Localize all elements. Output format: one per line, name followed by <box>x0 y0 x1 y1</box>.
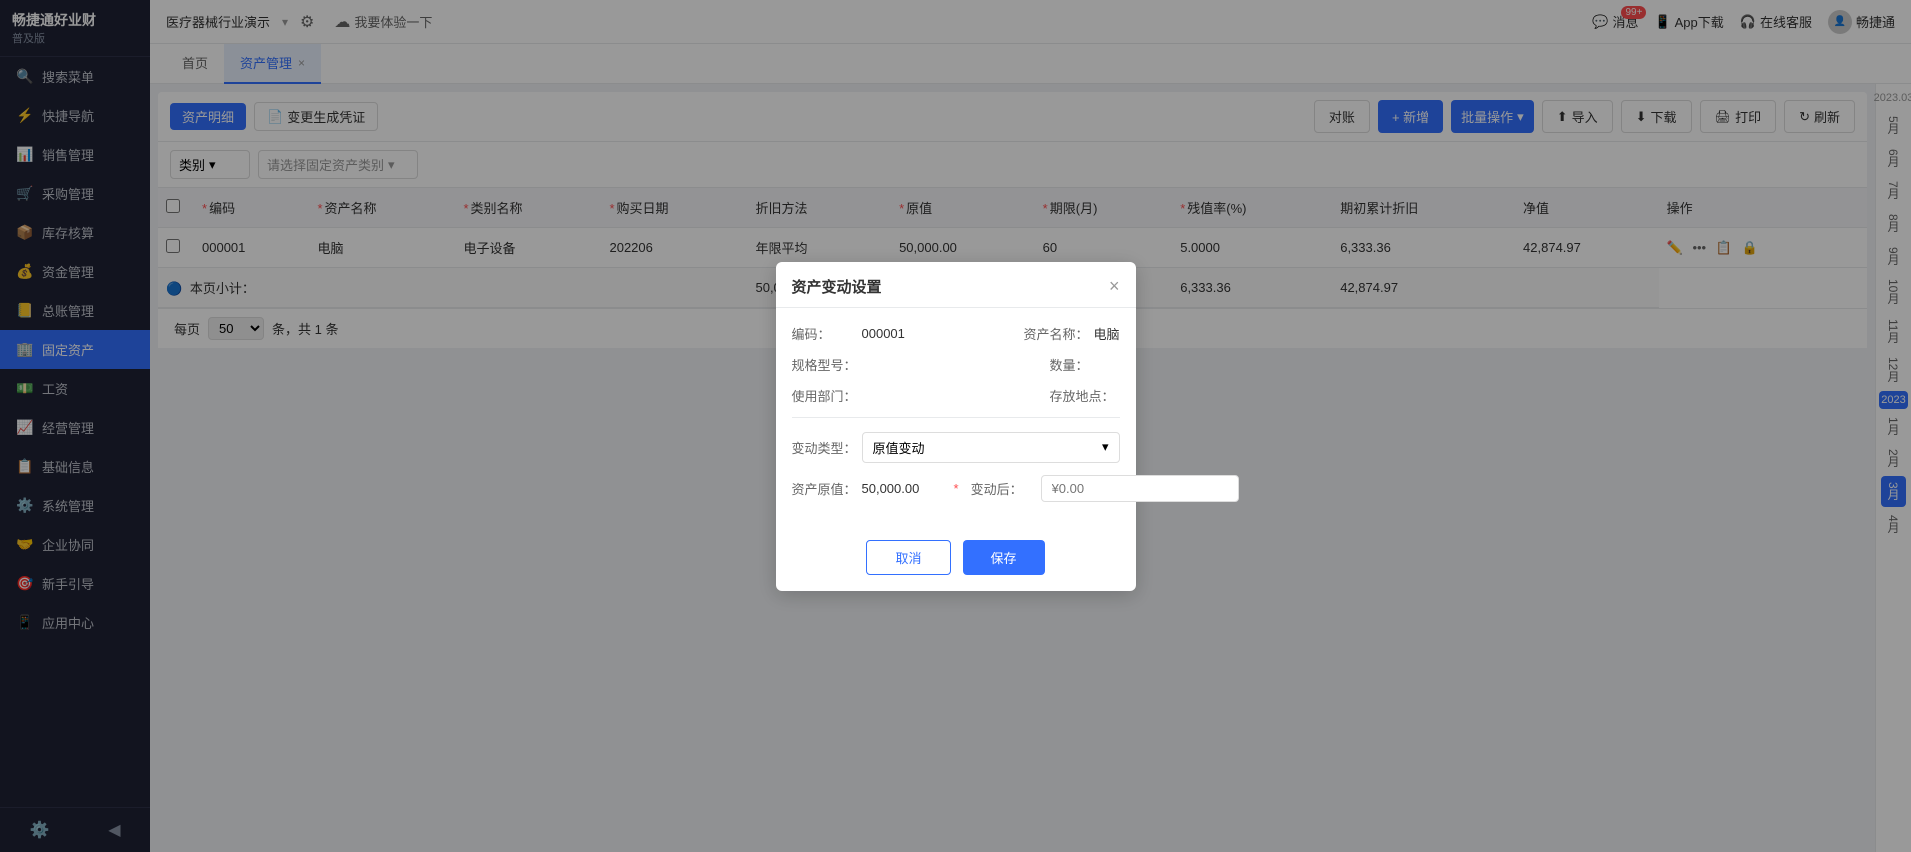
modal-title: 资产变动设置 <box>792 276 882 297</box>
modal-after-label: 变动后： <box>971 479 1041 498</box>
asset-change-modal: 资产变动设置 × 编码： 000001 资产名称： 电脑 规格型号： 数量： <box>776 262 1136 591</box>
modal-info-row2: 规格型号： 数量： <box>792 355 1120 374</box>
modal-body: 编码： 000001 资产名称： 电脑 规格型号： 数量： 使用部门： 存放地点… <box>776 308 1136 530</box>
modal-change-type-field: 变动类型： 原值变动 ▾ <box>792 432 1120 463</box>
modal-close-btn[interactable]: × <box>1109 277 1120 295</box>
modal-header: 资产变动设置 × <box>776 262 1136 308</box>
modal-change-type-value: 原值变动 <box>873 438 925 457</box>
modal-quantity-label: 数量： <box>1050 355 1120 374</box>
modal-change-type-arrow: ▾ <box>1102 439 1109 455</box>
modal-change-type-label: 变动类型： <box>792 438 862 457</box>
modal-code-label: 编码： <box>792 324 862 343</box>
modal-info-row3: 使用部门： 存放地点： <box>792 386 1120 405</box>
modal-code-value: 000001 <box>862 326 905 341</box>
modal-dept-label: 使用部门： <box>792 386 862 405</box>
modal-overlay: 资产变动设置 × 编码： 000001 资产名称： 电脑 规格型号： 数量： <box>0 0 1911 852</box>
required-star: * <box>954 481 959 496</box>
modal-original-value: 50,000.00 <box>862 481 942 496</box>
modal-change-type-select[interactable]: 原值变动 ▾ <box>862 432 1120 463</box>
modal-after-input[interactable] <box>1041 475 1239 502</box>
modal-name-value: 电脑 <box>1093 324 1119 343</box>
modal-location-label: 存放地点： <box>1050 386 1120 405</box>
modal-spec-label: 规格型号： <box>792 355 862 374</box>
modal-name-label: 资产名称： <box>1023 324 1093 343</box>
modal-info-row1: 编码： 000001 资产名称： 电脑 <box>792 324 1120 343</box>
modal-footer: 取消 保存 <box>776 530 1136 591</box>
modal-value-field: 资产原值： 50,000.00 * 变动后： <box>792 475 1120 502</box>
modal-cancel-btn[interactable]: 取消 <box>866 540 950 575</box>
modal-original-label: 资产原值： <box>792 479 862 498</box>
modal-divider <box>792 417 1120 418</box>
modal-save-btn[interactable]: 保存 <box>963 540 1045 575</box>
